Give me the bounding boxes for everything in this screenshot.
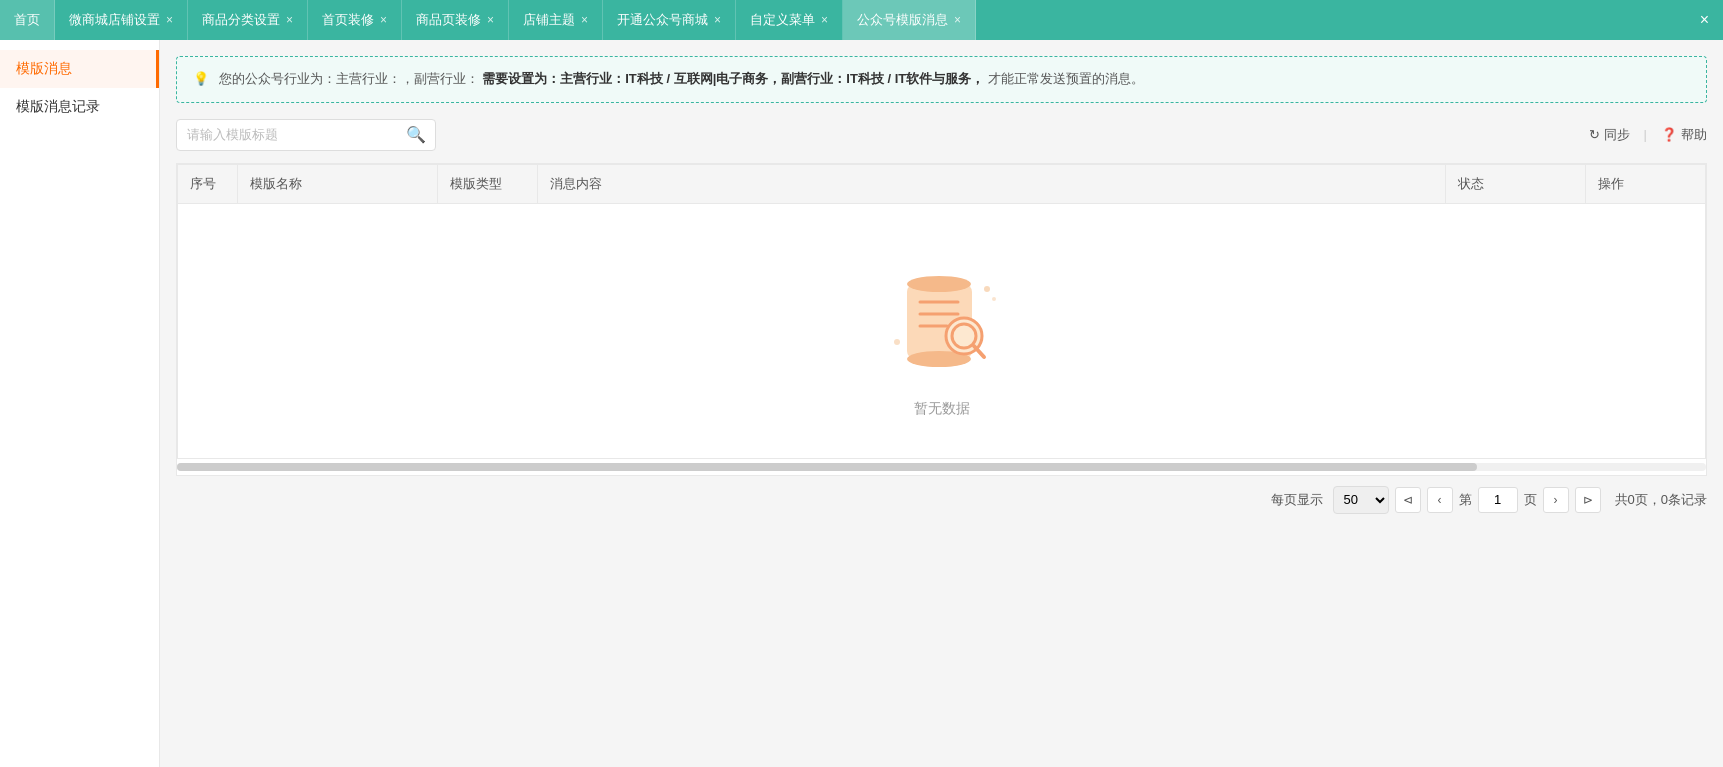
prev-page-button[interactable]: ‹	[1427, 487, 1453, 513]
sidebar: 模版消息 模版消息记录	[0, 40, 160, 767]
tab-template-msg-close[interactable]: ×	[954, 13, 961, 27]
prev-page-icon: ‹	[1438, 493, 1442, 507]
svg-point-10	[984, 286, 990, 292]
col-header-type: 模版类型	[438, 164, 538, 203]
col-header-content: 消息内容	[538, 164, 1446, 203]
next-page-icon: ›	[1554, 493, 1558, 507]
search-input[interactable]	[176, 119, 436, 151]
main-content: 💡 您的公众号行业为：主营行业：，副营行业： 需要设置为：主营行业：IT科技 /…	[160, 40, 1723, 767]
tab-open-mall[interactable]: 开通公众号商城 ×	[603, 0, 736, 40]
notice-prefix: 您的公众号行业为：主营行业：，副营行业：	[219, 71, 479, 86]
sidebar-item-template-msg-label: 模版消息	[16, 60, 72, 76]
tab-category-settings[interactable]: 商品分类设置 ×	[188, 0, 308, 40]
search-bar: 🔍 ↻ 同步 | ❓ 帮助	[176, 119, 1707, 151]
next-page-button[interactable]: ›	[1543, 487, 1569, 513]
search-button[interactable]: 🔍	[406, 127, 426, 143]
tab-homepage-decor-close[interactable]: ×	[380, 13, 387, 27]
tab-custom-menu-label: 自定义菜单	[750, 11, 815, 29]
empty-text: 暂无数据	[178, 400, 1705, 418]
tab-shop-settings-label: 微商城店铺设置	[69, 11, 160, 29]
pagination: 每页显示 50 10 20 100 ⊲ ‹ 第 页 › ⊳ 共0页，0条记录	[176, 476, 1707, 524]
sidebar-item-record-label: 模版消息记录	[16, 98, 100, 114]
tab-home[interactable]: 首页	[0, 0, 55, 40]
tab-shop-settings-close[interactable]: ×	[166, 13, 173, 27]
page-label: 页	[1524, 491, 1537, 509]
notice-box: 💡 您的公众号行业为：主营行业：，副营行业： 需要设置为：主营行业：IT科技 /…	[176, 56, 1707, 103]
sidebar-item-template-msg-record[interactable]: 模版消息记录	[0, 88, 159, 126]
table-container: 序号 模版名称 模版类型 消息内容 状态 操作	[176, 163, 1707, 476]
tab-custom-menu-close[interactable]: ×	[821, 13, 828, 27]
col-header-index: 序号	[178, 164, 238, 203]
help-button[interactable]: ❓ 帮助	[1661, 126, 1707, 144]
tab-template-msg-label: 公众号模版消息	[857, 11, 948, 29]
close-all-tabs-button[interactable]: ×	[1686, 0, 1723, 40]
tab-homepage-decor-label: 首页装修	[322, 11, 374, 29]
tab-product-decor-label: 商品页装修	[416, 11, 481, 29]
per-page-select[interactable]: 50 10 20 100	[1333, 486, 1389, 514]
horizontal-scrollbar[interactable]	[177, 463, 1706, 471]
tab-shop-settings[interactable]: 微商城店铺设置 ×	[55, 0, 188, 40]
help-icon: ❓	[1661, 127, 1677, 142]
page-label-di: 第	[1459, 491, 1472, 509]
notice-highlight: 需要设置为：主营行业：IT科技 / 互联网|电子商务，副营行业：IT科技 / I…	[482, 71, 984, 86]
toolbar-divider: |	[1644, 127, 1647, 142]
sync-label: 同步	[1604, 126, 1630, 144]
first-page-icon: ⊲	[1403, 493, 1413, 507]
sync-icon: ↻	[1589, 127, 1600, 142]
help-label: 帮助	[1681, 126, 1707, 144]
tab-category-close[interactable]: ×	[286, 13, 293, 27]
tab-product-decor-close[interactable]: ×	[487, 13, 494, 27]
tab-open-mall-label: 开通公众号商城	[617, 11, 708, 29]
empty-state: 暂无数据	[178, 204, 1705, 458]
sidebar-item-template-msg[interactable]: 模版消息	[0, 50, 159, 88]
main-layout: 模版消息 模版消息记录 💡 您的公众号行业为：主营行业：，副营行业： 需要设置为…	[0, 40, 1723, 767]
tab-shop-theme-label: 店铺主题	[523, 11, 575, 29]
data-table: 序号 模版名称 模版类型 消息内容 状态 操作	[177, 164, 1706, 459]
table-header-row: 序号 模版名称 模版类型 消息内容 状态 操作	[178, 164, 1706, 203]
svg-point-12	[894, 339, 900, 345]
toolbar-right: ↻ 同步 | ❓ 帮助	[1589, 126, 1707, 144]
col-header-name: 模版名称	[238, 164, 438, 203]
notice-icon: 💡	[193, 71, 209, 86]
empty-icon	[882, 264, 1002, 384]
last-page-icon: ⊳	[1583, 493, 1593, 507]
last-page-button[interactable]: ⊳	[1575, 487, 1601, 513]
col-header-action: 操作	[1586, 164, 1706, 203]
tab-category-settings-label: 商品分类设置	[202, 11, 280, 29]
top-navigation: 首页 微商城店铺设置 × 商品分类设置 × 首页装修 × 商品页装修 × 店铺主…	[0, 0, 1723, 40]
sync-button[interactable]: ↻ 同步	[1589, 126, 1630, 144]
tab-custom-menu[interactable]: 自定义菜单 ×	[736, 0, 843, 40]
col-header-status: 状态	[1446, 164, 1586, 203]
current-page-input[interactable]	[1478, 487, 1518, 513]
tab-template-msg[interactable]: 公众号模版消息 ×	[843, 0, 976, 40]
notice-suffix: 才能正常发送预置的消息。	[988, 71, 1144, 86]
svg-point-2	[907, 276, 971, 292]
tab-open-mall-close[interactable]: ×	[714, 13, 721, 27]
scroll-thumb[interactable]	[177, 463, 1477, 471]
per-page-label: 每页显示	[1271, 491, 1323, 509]
tab-home-label: 首页	[14, 11, 40, 29]
empty-state-row: 暂无数据	[178, 203, 1706, 458]
svg-point-11	[992, 297, 996, 301]
first-page-button[interactable]: ⊲	[1395, 487, 1421, 513]
total-info: 共0页，0条记录	[1615, 491, 1707, 509]
tab-product-decor[interactable]: 商品页装修 ×	[402, 0, 509, 40]
tab-shop-theme-close[interactable]: ×	[581, 13, 588, 27]
tab-homepage-decor[interactable]: 首页装修 ×	[308, 0, 402, 40]
tab-shop-theme[interactable]: 店铺主题 ×	[509, 0, 603, 40]
